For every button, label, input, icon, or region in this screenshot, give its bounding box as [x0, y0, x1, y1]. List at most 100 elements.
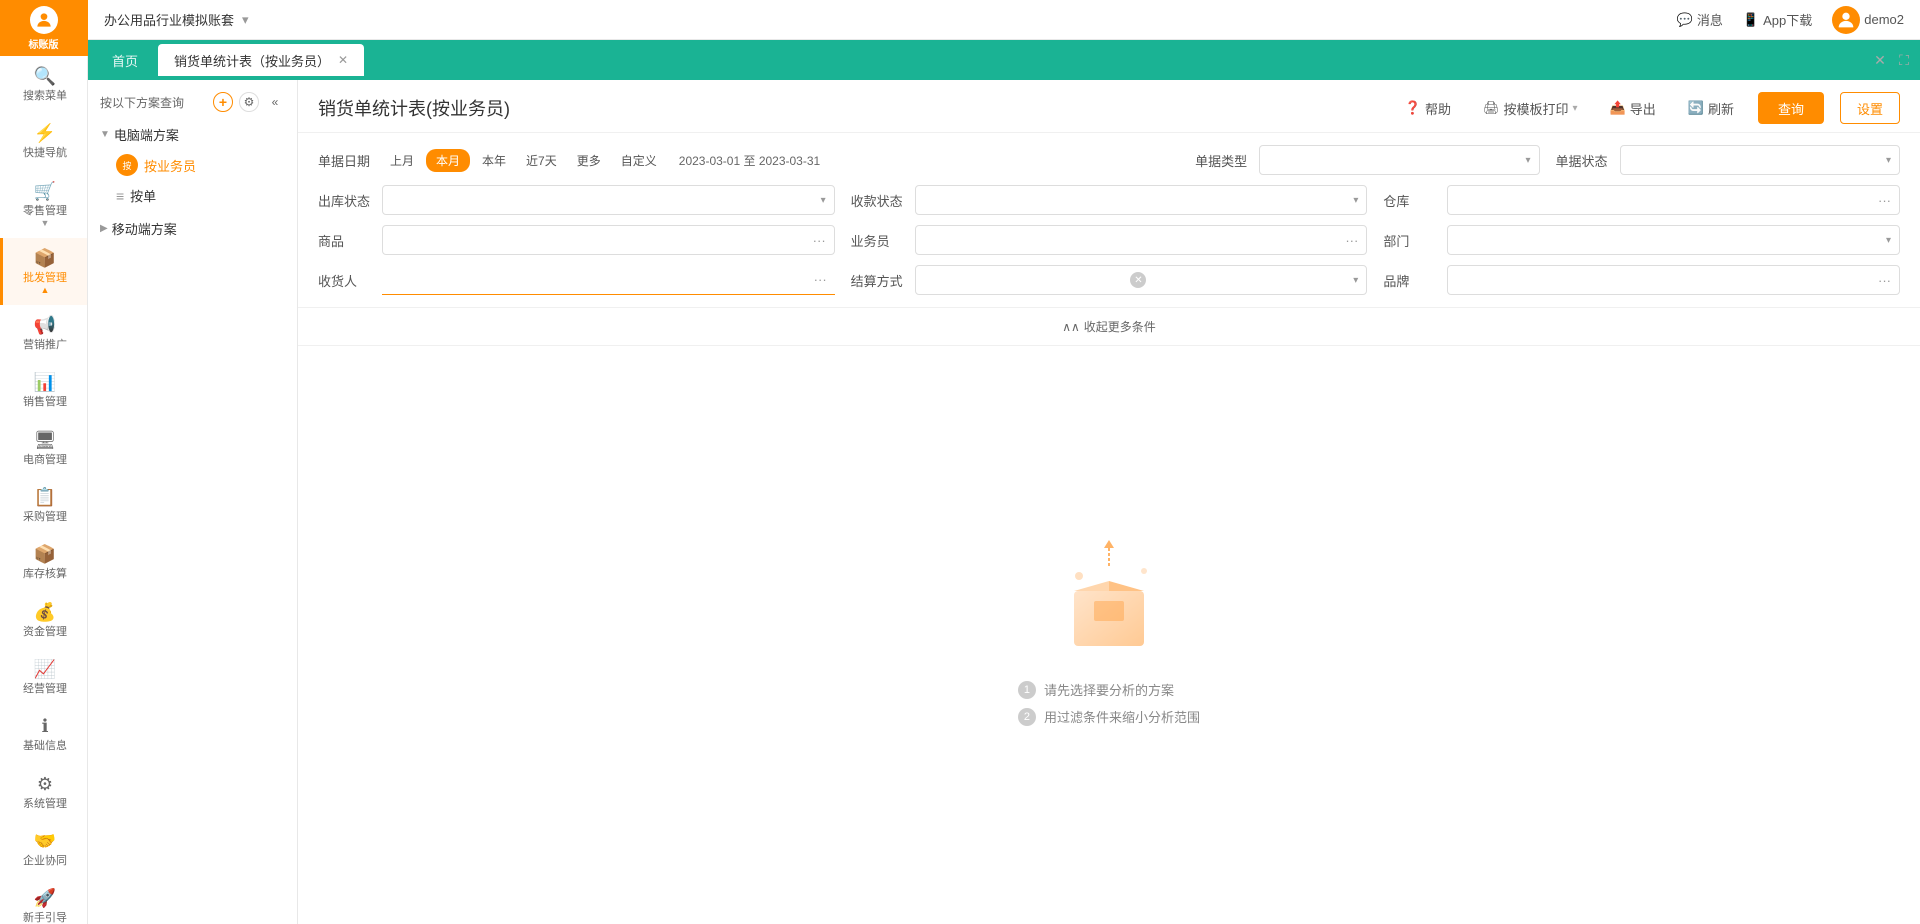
sidebar-label-inventory: 库存核算: [23, 567, 67, 581]
date-tab-last-month[interactable]: 上月: [382, 149, 422, 172]
empty-hint-2: 2 用过滤条件来缩小分析范围: [1018, 707, 1200, 726]
filter-department: 部门 ▾: [1383, 225, 1900, 255]
sidebar-label-basic: 基础信息: [23, 739, 67, 753]
hint-2-text: 用过滤条件来缩小分析范围: [1044, 707, 1200, 726]
department-select[interactable]: ▾: [1447, 225, 1900, 255]
top-header: 办公用品行业模拟账套 ▾ 💬 消息 📱 App下载 demo2: [88, 0, 1920, 40]
sidebar-item-operations[interactable]: 📈 经营管理: [0, 649, 87, 706]
message-button[interactable]: 💬 消息: [1677, 10, 1723, 29]
settlement-select[interactable]: ✕ ▾: [915, 265, 1368, 295]
tab-bar: 首页 销货单统计表（按业务员） ✕ ✕ ⛶: [88, 40, 1920, 80]
user-profile-button[interactable]: demo2: [1832, 6, 1904, 34]
shortcut-icon: ⚡: [34, 123, 56, 144]
sidebar-item-basic[interactable]: ℹ 基础信息: [0, 706, 87, 763]
sidebar-label-newbie: 新手引导: [23, 911, 67, 924]
settings-button[interactable]: 设置: [1840, 92, 1900, 124]
salesperson-select[interactable]: ···: [915, 225, 1368, 255]
payment-status-label: 收款状态: [851, 191, 907, 210]
doc-type-select[interactable]: ▾: [1259, 145, 1539, 175]
goods-select[interactable]: ···: [382, 225, 835, 255]
tree-desktop-schemes[interactable]: ▼ 电脑端方案: [92, 120, 293, 149]
sidebar-item-retail[interactable]: 🛒 零售管理 ▼: [0, 171, 87, 238]
brand-label: 品牌: [1383, 271, 1439, 290]
sidebar-item-sales[interactable]: 📊 销售管理: [0, 362, 87, 419]
filter-payment-status: 收款状态 ▾: [851, 185, 1368, 215]
salesperson-dots-icon: ···: [1345, 233, 1358, 248]
filter-row-1: 单据日期 上月 本月 本年 近7天 更多 自定义 20: [318, 145, 1900, 175]
date-tab-this-year[interactable]: 本年: [474, 149, 514, 172]
out-status-select[interactable]: ▾: [382, 185, 835, 215]
goods-label: 商品: [318, 231, 374, 250]
app-name: 办公用品行业模拟账套: [104, 10, 234, 29]
main-area: 办公用品行业模拟账套 ▾ 💬 消息 📱 App下载 demo2: [88, 0, 1920, 924]
refresh-button[interactable]: 🔄 刷新: [1680, 95, 1742, 122]
sidebar-item-newbie[interactable]: 🚀 新手引导: [0, 878, 87, 924]
filter-row-2: 出库状态 ▾ 收款状态 ▾: [318, 185, 1900, 215]
query-button[interactable]: 查询: [1758, 92, 1824, 124]
tab-sales-report[interactable]: 销货单统计表（按业务员） ✕: [158, 44, 364, 76]
export-button[interactable]: 📤 导出: [1602, 95, 1664, 122]
filter-row-4: 收货人 ··· 结算方式 ✕ ▾: [318, 265, 1900, 295]
date-tab-custom[interactable]: 自定义: [613, 149, 665, 172]
tree-item-by-order[interactable]: ≡ 按单: [108, 181, 293, 210]
goods-dots-icon: ···: [813, 233, 826, 248]
recipient-input[interactable]: ···: [382, 265, 835, 295]
search-icon: 🔍: [34, 66, 56, 87]
inventory-icon: 📦: [34, 544, 56, 565]
hint-1-number: 1: [1018, 681, 1036, 699]
logo-icon: [30, 6, 58, 34]
warehouse-select[interactable]: ···: [1447, 185, 1900, 215]
order-scheme-icon: ≡: [116, 188, 124, 204]
print-button[interactable]: 🖨 按模板打印 ▾: [1475, 95, 1586, 122]
warehouse-label: 仓库: [1383, 191, 1439, 210]
salesperson-scheme-label: 按业务员: [144, 156, 196, 175]
sidebar-item-search[interactable]: 🔍 搜索菜单: [0, 56, 87, 113]
filter-out-status: 出库状态 ▾: [318, 185, 835, 215]
left-panel: 按以下方案查询 + ⚙ « ▼ 电脑端方案 按 按业: [88, 80, 298, 924]
sidebar-label-retail: 零售管理: [23, 204, 67, 218]
add-scheme-button[interactable]: +: [213, 92, 233, 112]
collapse-bar: ∧∧ 收起更多条件: [298, 308, 1920, 346]
collapse-label: 收起更多条件: [1084, 318, 1156, 335]
newbie-icon: 🚀: [34, 888, 56, 909]
app-download-button[interactable]: 📱 App下载: [1743, 10, 1812, 29]
tree-mobile-schemes[interactable]: ▶ 移动端方案: [92, 214, 293, 243]
sidebar-item-shortcut[interactable]: ⚡ 快捷导航: [0, 113, 87, 170]
date-tab-this-month[interactable]: 本月: [426, 149, 470, 172]
tab-home[interactable]: 首页: [96, 44, 154, 76]
enterprise-icon: 🤝: [34, 831, 56, 852]
empty-hints: 1 请先选择要分析的方案 2 用过滤条件来缩小分析范围: [1018, 680, 1200, 734]
date-tab-7days[interactable]: 近7天: [518, 149, 565, 172]
sidebar-item-inventory[interactable]: 📦 库存核算: [0, 534, 87, 591]
sidebar-item-purchase[interactable]: 📋 采购管理: [0, 477, 87, 534]
doc-type-label: 单据类型: [1195, 151, 1251, 170]
sidebar-item-marketing[interactable]: 📢 营销推广: [0, 305, 87, 362]
app-dropdown-icon[interactable]: ▾: [242, 12, 249, 28]
sidebar-item-system[interactable]: ⚙ 系统管理: [0, 764, 87, 821]
brand-select[interactable]: ···: [1447, 265, 1900, 295]
sidebar-item-finance[interactable]: 💰 资金管理: [0, 592, 87, 649]
basic-icon: ℹ: [42, 716, 49, 737]
tab-close-icon[interactable]: ✕: [338, 53, 348, 67]
payment-status-select[interactable]: ▾: [915, 185, 1368, 215]
settlement-clear-icon[interactable]: ✕: [1130, 272, 1146, 288]
collapse-filters-button[interactable]: ∧∧ 收起更多条件: [1050, 314, 1168, 339]
window-maximize-btn[interactable]: ⛶: [1896, 52, 1912, 68]
settings-scheme-button[interactable]: ⚙: [239, 92, 259, 112]
help-button[interactable]: ❓ 帮助: [1397, 95, 1459, 122]
doc-status-label: 单据状态: [1556, 151, 1612, 170]
window-close-btn[interactable]: ✕: [1872, 52, 1888, 68]
filter-row-3: 商品 ··· 业务员 ···: [318, 225, 1900, 255]
doc-status-select[interactable]: ▾: [1620, 145, 1900, 175]
sidebar-item-wholesale[interactable]: 📦 批发管理 ▲: [0, 238, 87, 305]
collapse-panel-button[interactable]: «: [265, 92, 285, 112]
out-status-arrow-icon: ▾: [821, 195, 826, 206]
tree-item-by-salesperson[interactable]: 按 按业务员: [108, 149, 293, 181]
message-icon: 💬: [1677, 12, 1693, 28]
mobile-schemes-label: 移动端方案: [112, 219, 177, 238]
out-status-label: 出库状态: [318, 191, 374, 210]
sidebar-item-ecommerce[interactable]: 🖥 电商管理: [0, 420, 87, 477]
sidebar-label-system: 系统管理: [23, 797, 67, 811]
sidebar-item-enterprise[interactable]: 🤝 企业协同: [0, 821, 87, 878]
date-tab-more[interactable]: 更多: [569, 149, 609, 172]
